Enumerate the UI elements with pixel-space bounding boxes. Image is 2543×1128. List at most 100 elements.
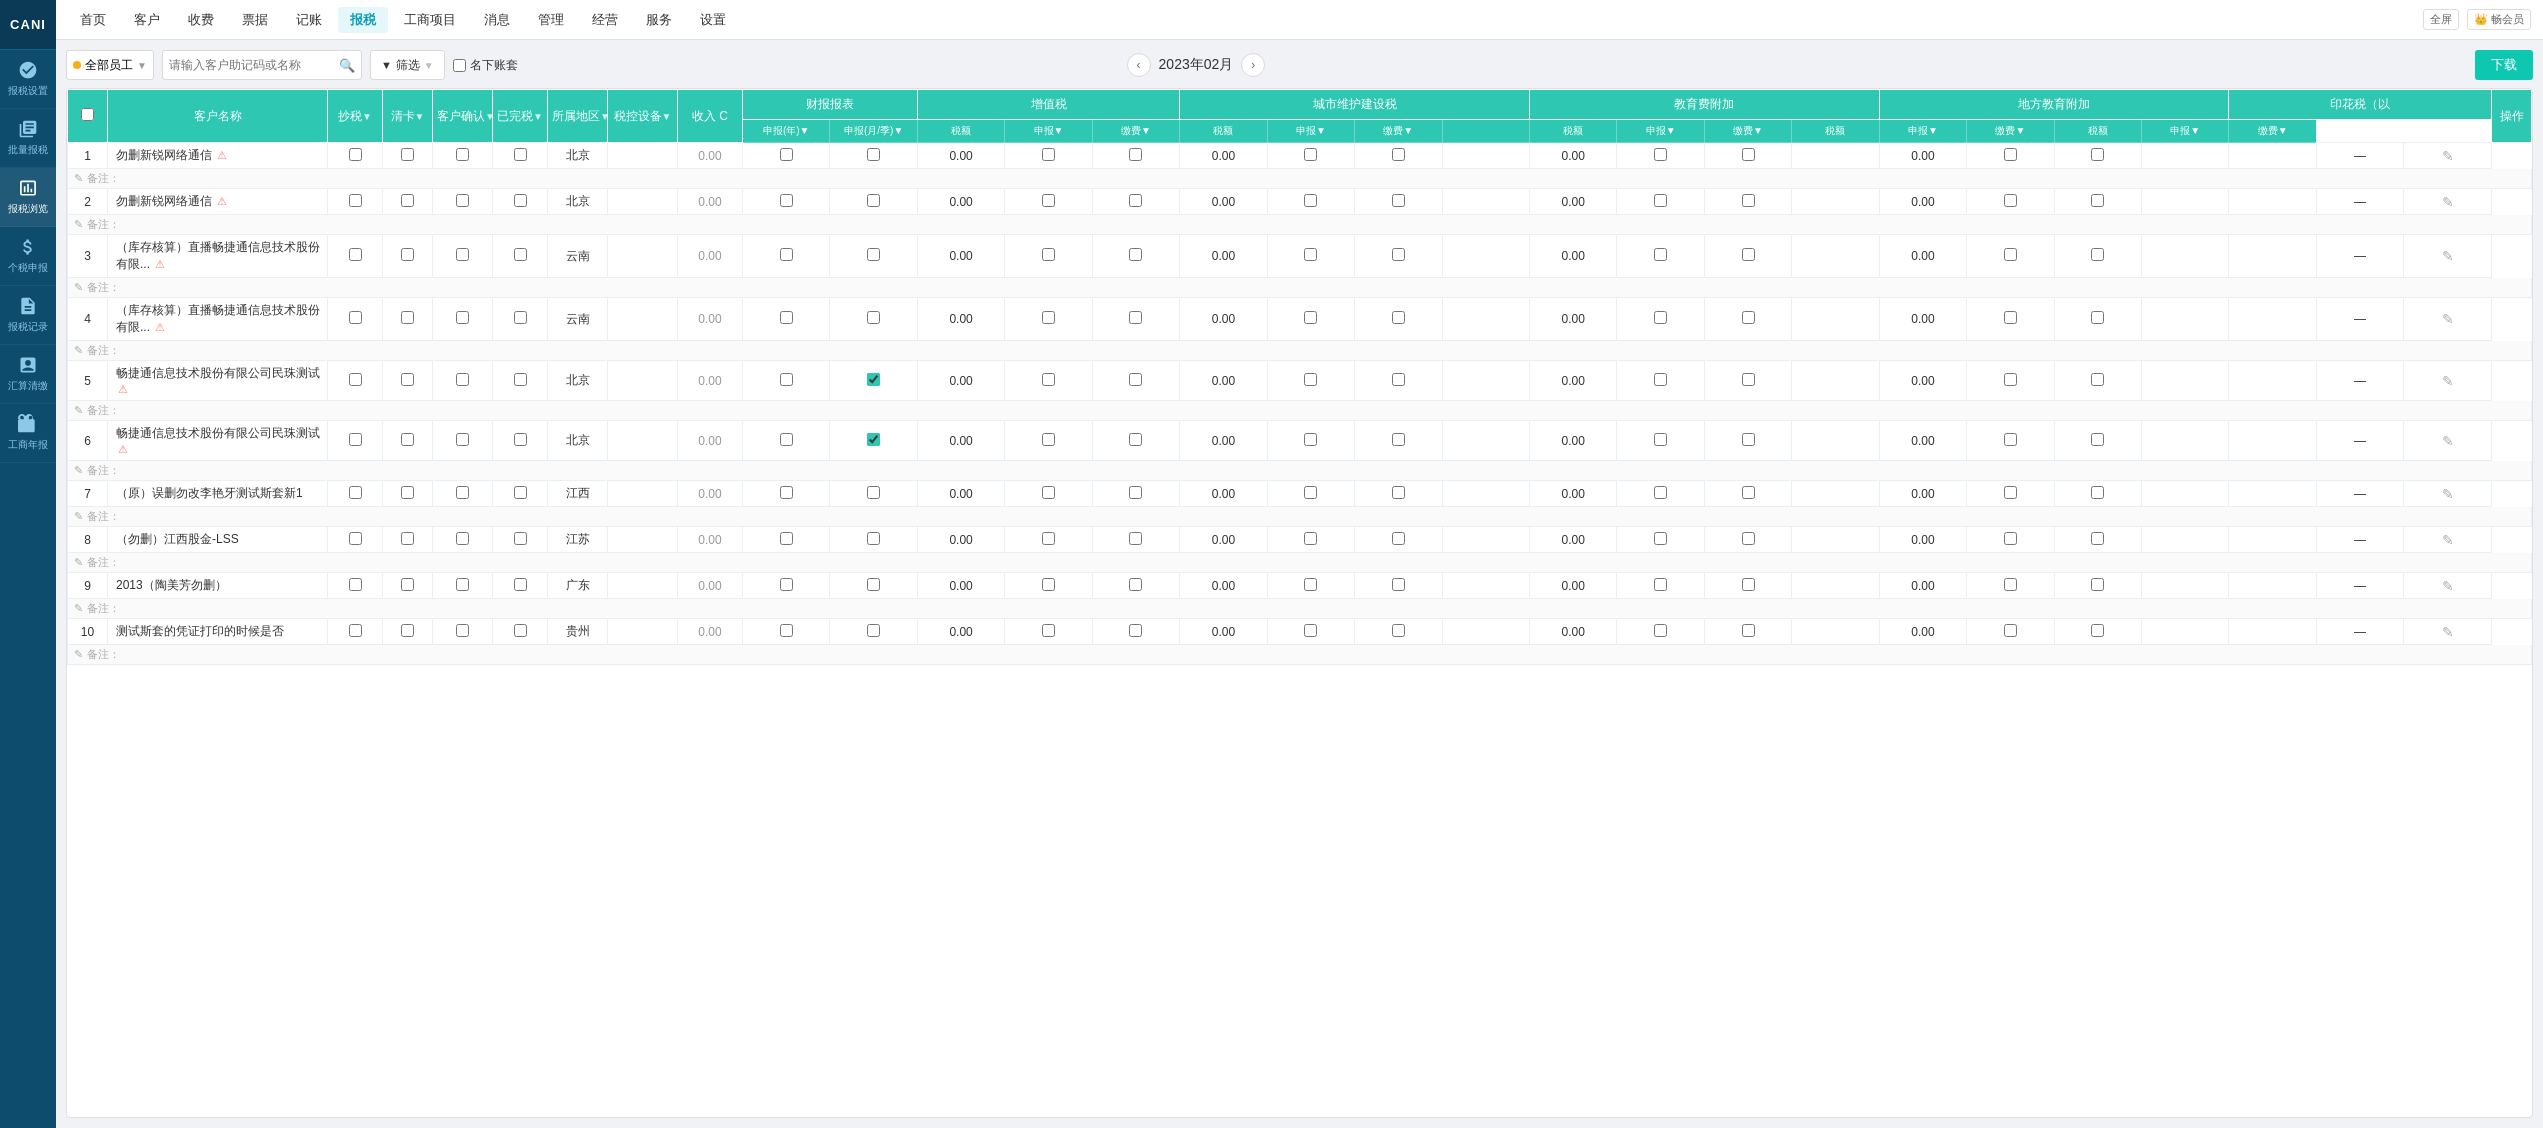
- cs-sb-cb[interactable]: [1304, 248, 1317, 261]
- qingka-cb[interactable]: [383, 143, 433, 169]
- fullscreen-btn[interactable]: 全屏: [2423, 9, 2459, 30]
- zz-sb[interactable]: [1005, 481, 1092, 507]
- jy-sb[interactable]: [1617, 481, 1704, 507]
- note-edit-icon[interactable]: ✎: [74, 464, 83, 477]
- chaoshui-cb[interactable]: [328, 619, 383, 645]
- zz-jf[interactable]: [1092, 619, 1179, 645]
- ops-cell[interactable]: ✎: [2404, 235, 2492, 278]
- jy-jf[interactable]: [1704, 421, 1791, 461]
- company-name-cell[interactable]: 畅捷通信息技术股份有限公司民珠测试 ⚠: [108, 421, 328, 461]
- confirm-cb-cb[interactable]: [456, 373, 469, 386]
- cs-sb[interactable]: [1267, 143, 1354, 169]
- company-name-cell[interactable]: 畅捷通信息技术股份有限公司民珠测试 ⚠: [108, 361, 328, 401]
- zz-sb[interactable]: [1005, 235, 1092, 278]
- qingka-cb[interactable]: [383, 527, 433, 553]
- zz-jf[interactable]: [1092, 235, 1179, 278]
- zz-sb-cb[interactable]: [1042, 311, 1055, 324]
- ops-cell[interactable]: ✎: [2404, 143, 2492, 169]
- df-sb[interactable]: [1967, 298, 2054, 341]
- nav-ops[interactable]: 经营: [580, 7, 630, 33]
- caibao-year-cb[interactable]: [780, 148, 793, 161]
- cs-jf[interactable]: [1355, 189, 1442, 215]
- download-button[interactable]: 下载: [2475, 50, 2533, 80]
- member-btn[interactable]: 👑 畅会员: [2467, 9, 2531, 30]
- cs-sb[interactable]: [1267, 619, 1354, 645]
- note-edit-icon[interactable]: ✎: [74, 602, 83, 615]
- confirm-cb-cb[interactable]: [456, 578, 469, 591]
- edit-icon[interactable]: ✎: [2442, 148, 2454, 164]
- df-jf-cb[interactable]: [2091, 578, 2104, 591]
- jy-jf-cb[interactable]: [1742, 486, 1755, 499]
- zz-jf-cb[interactable]: [1129, 311, 1142, 324]
- jy-sb[interactable]: [1617, 361, 1704, 401]
- caibao-year[interactable]: [743, 481, 830, 507]
- cs-sb[interactable]: [1267, 189, 1354, 215]
- jy-sb[interactable]: [1617, 421, 1704, 461]
- caibao-year-cb[interactable]: [780, 194, 793, 207]
- company-name-cell[interactable]: 勿删新锐网络通信 ⚠: [108, 143, 328, 169]
- ops-cell[interactable]: ✎: [2404, 481, 2492, 507]
- jy-sb-cb[interactable]: [1654, 373, 1667, 386]
- chaoshui-cb-cb[interactable]: [349, 578, 362, 591]
- zz-jf[interactable]: [1092, 573, 1179, 599]
- jy-jf-cb[interactable]: [1742, 433, 1755, 446]
- df-jf[interactable]: [2054, 573, 2141, 599]
- filed-cb-cb[interactable]: [514, 532, 527, 545]
- confirm-cb[interactable]: [433, 143, 493, 169]
- cs-jf[interactable]: [1355, 235, 1442, 278]
- sidebar-item-gongshang[interactable]: 工商年报: [0, 404, 56, 463]
- jy-jf[interactable]: [1704, 619, 1791, 645]
- caibao-year[interactable]: [743, 298, 830, 341]
- confirm-cb[interactable]: [433, 481, 493, 507]
- jy-sb-cb[interactable]: [1654, 194, 1667, 207]
- caibao-month-cb[interactable]: [867, 624, 880, 637]
- confirm-cb[interactable]: [433, 619, 493, 645]
- caibao-month-cb[interactable]: [867, 248, 880, 261]
- note-edit-icon[interactable]: ✎: [74, 218, 83, 231]
- caibao-month-cb[interactable]: [867, 373, 880, 386]
- cs-sb[interactable]: [1267, 527, 1354, 553]
- cs-sb[interactable]: [1267, 573, 1354, 599]
- cs-jf-cb[interactable]: [1392, 486, 1405, 499]
- zz-jf-cb[interactable]: [1129, 486, 1142, 499]
- zz-sb-cb[interactable]: [1042, 148, 1055, 161]
- filed-cb-cb[interactable]: [514, 194, 527, 207]
- caibao-year-cb[interactable]: [780, 373, 793, 386]
- df-sb[interactable]: [1967, 573, 2054, 599]
- select-all-checkbox[interactable]: [81, 108, 94, 121]
- ops-cell[interactable]: ✎: [2404, 361, 2492, 401]
- confirm-cb-cb[interactable]: [456, 624, 469, 637]
- df-sb-cb[interactable]: [2004, 148, 2017, 161]
- jy-sb-cb[interactable]: [1654, 486, 1667, 499]
- note-edit-icon[interactable]: ✎: [74, 172, 83, 185]
- qingka-cb[interactable]: [383, 361, 433, 401]
- chaoshui-cb[interactable]: [328, 189, 383, 215]
- ops-cell[interactable]: ✎: [2404, 573, 2492, 599]
- cs-jf-cb[interactable]: [1392, 248, 1405, 261]
- caibao-month[interactable]: [830, 189, 917, 215]
- confirm-cb-cb[interactable]: [456, 486, 469, 499]
- filed-cb-cb[interactable]: [514, 578, 527, 591]
- company-name-cell[interactable]: （勿删）江西股金-LSS: [108, 527, 328, 553]
- zz-sb[interactable]: [1005, 619, 1092, 645]
- caibao-year-cb[interactable]: [780, 578, 793, 591]
- chaoshui-cb-cb[interactable]: [349, 148, 362, 161]
- zz-jf[interactable]: [1092, 298, 1179, 341]
- caibao-month-cb[interactable]: [867, 532, 880, 545]
- jy-jf[interactable]: [1704, 527, 1791, 553]
- jy-sb[interactable]: [1617, 527, 1704, 553]
- cs-jf-cb[interactable]: [1392, 194, 1405, 207]
- company-name-cell[interactable]: （库存核算）直播畅捷通信息技术股份有限... ⚠: [108, 235, 328, 278]
- chaoshui-cb[interactable]: [328, 421, 383, 461]
- next-period-button[interactable]: ›: [1241, 53, 1265, 77]
- zz-sb[interactable]: [1005, 421, 1092, 461]
- qingka-cb-cb[interactable]: [401, 624, 414, 637]
- jy-sb[interactable]: [1617, 619, 1704, 645]
- jy-sb-cb[interactable]: [1654, 148, 1667, 161]
- chaoshui-cb-cb[interactable]: [349, 532, 362, 545]
- jy-jf-cb[interactable]: [1742, 194, 1755, 207]
- zz-jf[interactable]: [1092, 143, 1179, 169]
- company-name-cell[interactable]: 勿删新锐网络通信 ⚠: [108, 189, 328, 215]
- prev-period-button[interactable]: ‹: [1127, 53, 1151, 77]
- caibao-year[interactable]: [743, 421, 830, 461]
